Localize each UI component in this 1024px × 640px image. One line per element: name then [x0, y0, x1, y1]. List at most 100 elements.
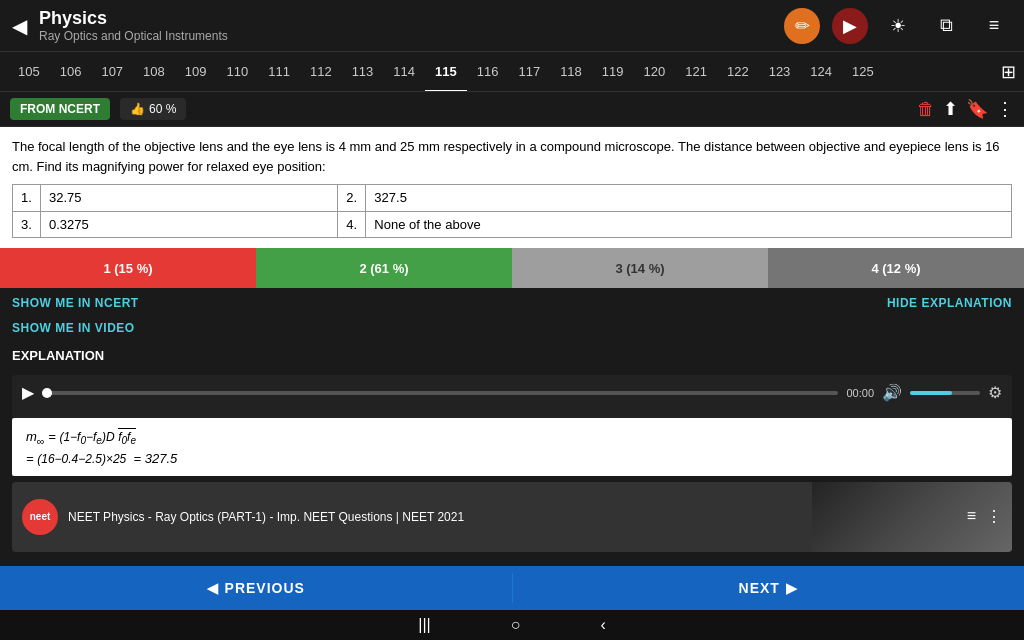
- question-block: The focal length of the objective lens a…: [0, 127, 1024, 248]
- settings-icon[interactable]: ⚙: [988, 383, 1002, 402]
- video-controls: ▶ 00:00 🔊 ⚙: [22, 383, 1002, 402]
- previous-button[interactable]: ◀ PREVIOUS: [0, 566, 512, 610]
- q-nav-109[interactable]: 109: [175, 52, 217, 92]
- sys-back-button[interactable]: ‹: [600, 616, 605, 634]
- bar-2-label: 2 (61 %): [359, 261, 408, 276]
- bottom-nav: ◀ PREVIOUS NEXT ▶: [0, 566, 1024, 610]
- bar-1-label: 1 (15 %): [103, 261, 152, 276]
- q-nav-105[interactable]: 105: [8, 52, 50, 92]
- answer-bar-4[interactable]: 4 (12 %): [768, 248, 1024, 288]
- q-nav-112[interactable]: 112: [300, 52, 342, 92]
- playlist-icon[interactable]: ≡: [967, 507, 976, 526]
- q-nav-117[interactable]: 117: [508, 52, 550, 92]
- option-4-num: 4.: [338, 211, 366, 238]
- math-line2: = (16−0.4−2.5)×25 = 327.5: [26, 451, 998, 466]
- like-tag[interactable]: 👍 60 %: [120, 98, 186, 120]
- volume-icon[interactable]: 🔊: [882, 383, 902, 402]
- math-formula: m∞ = (1−f0−fe)D f0fe = (16−0.4−2.5)×25 =…: [12, 418, 1012, 476]
- bar-3-label: 3 (14 %): [615, 261, 664, 276]
- trash-icon[interactable]: 🗑: [917, 99, 935, 120]
- more-icon[interactable]: ⋮: [986, 507, 1002, 526]
- question-text: The focal length of the objective lens a…: [12, 137, 1012, 176]
- video-time: 00:00: [846, 387, 874, 399]
- brightness-icon[interactable]: ☀: [880, 8, 916, 44]
- q-nav-111[interactable]: 111: [258, 52, 300, 92]
- options-table: 1. 32.75 2. 327.5 3. 0.3275 4. None of t…: [12, 184, 1012, 238]
- q-nav-116[interactable]: 116: [467, 52, 509, 92]
- q-nav-113[interactable]: 113: [342, 52, 384, 92]
- back-button[interactable]: ◀: [12, 14, 27, 38]
- q-nav-122[interactable]: 122: [717, 52, 759, 92]
- next-button[interactable]: NEXT ▶: [513, 566, 1025, 610]
- video-thumbnail[interactable]: neet NEET Physics - Ray Optics (PART-1) …: [12, 482, 1012, 552]
- q-nav-125[interactable]: 125: [842, 52, 884, 92]
- share-icon[interactable]: ⬆: [943, 98, 958, 120]
- grid-view-icon[interactable]: ⊞: [1001, 61, 1016, 83]
- show-video-button[interactable]: SHOW ME IN VIDEO: [12, 321, 135, 335]
- more-options-icon[interactable]: ⋮: [996, 98, 1014, 120]
- play-button[interactable]: ▶: [22, 383, 34, 402]
- q-nav-124[interactable]: 124: [800, 52, 842, 92]
- show-ncert-button[interactable]: SHOW ME IN NCERT: [12, 296, 139, 310]
- pencil-icon[interactable]: ✏: [784, 8, 820, 44]
- progress-indicator: [42, 388, 52, 398]
- option-2-val[interactable]: 327.5: [366, 185, 1012, 212]
- table-row: 3. 0.3275 4. None of the above: [13, 211, 1012, 238]
- prev-arrow-icon: ◀: [207, 580, 219, 596]
- sys-home-button[interactable]: ○: [511, 616, 521, 634]
- bookmark-icon[interactable]: 🔖: [966, 98, 988, 120]
- app-header: ◀ Physics Ray Optics and Optical Instrum…: [0, 0, 1024, 52]
- question-nav: 105 106 107 108 109 110 111 112 113 114 …: [0, 52, 1024, 92]
- like-percent: 60 %: [149, 102, 176, 116]
- layers-icon[interactable]: ⧉: [928, 8, 964, 44]
- app-subtitle: Ray Optics and Optical Instruments: [39, 29, 784, 43]
- video-progress-bar[interactable]: [42, 391, 838, 395]
- q-nav-107[interactable]: 107: [91, 52, 133, 92]
- answer-bars: 1 (15 %) 2 (61 %) 3 (14 %) 4 (12 %): [0, 248, 1024, 288]
- links-row: SHOW ME IN NCERT HIDE EXPLANATION: [0, 288, 1024, 318]
- filter-icon[interactable]: ≡: [976, 8, 1012, 44]
- q-nav-123[interactable]: 123: [759, 52, 801, 92]
- explanation-section: EXPLANATION: [0, 342, 1024, 375]
- tags-right-icons: 🗑 ⬆ 🔖 ⋮: [917, 98, 1014, 120]
- app-title: Physics: [39, 8, 784, 29]
- q-nav-119[interactable]: 119: [592, 52, 634, 92]
- q-nav-115[interactable]: 115: [425, 52, 467, 92]
- option-1-num: 1.: [13, 185, 41, 212]
- answer-bar-1[interactable]: 1 (15 %): [0, 248, 256, 288]
- header-title-block: Physics Ray Optics and Optical Instrumen…: [39, 8, 784, 43]
- volume-fill: [910, 391, 952, 395]
- answer-bar-3[interactable]: 3 (14 %): [512, 248, 768, 288]
- thumbs-up-icon: 👍: [130, 102, 145, 116]
- q-nav-108[interactable]: 108: [133, 52, 175, 92]
- video-player: ▶ 00:00 🔊 ⚙: [12, 375, 1012, 418]
- math-line1: m∞ = (1−f0−fe)D f0fe: [26, 428, 998, 447]
- thumb-icons: ≡ ⋮: [967, 507, 1002, 526]
- q-nav-106[interactable]: 106: [50, 52, 92, 92]
- system-nav-bar: ||| ○ ‹: [0, 610, 1024, 640]
- q-nav-110[interactable]: 110: [217, 52, 259, 92]
- option-3-val[interactable]: 0.3275: [41, 211, 338, 238]
- q-nav-121[interactable]: 121: [675, 52, 717, 92]
- option-2-num: 2.: [338, 185, 366, 212]
- option-4-val[interactable]: None of the above: [366, 211, 1012, 238]
- next-label: NEXT: [739, 580, 780, 596]
- header-icons: ✏ ▶ ☀ ⧉ ≡: [784, 8, 1012, 44]
- q-nav-118[interactable]: 118: [550, 52, 592, 92]
- hide-explanation-button[interactable]: HIDE EXPLANATION: [887, 296, 1012, 310]
- next-arrow-icon: ▶: [786, 580, 798, 596]
- option-1-val[interactable]: 32.75: [41, 185, 338, 212]
- logo-text: neet: [30, 511, 51, 522]
- q-nav-114[interactable]: 114: [383, 52, 425, 92]
- neet-logo: neet: [22, 499, 58, 535]
- answer-bar-2[interactable]: 2 (61 %): [256, 248, 512, 288]
- volume-bar[interactable]: [910, 391, 980, 395]
- ncert-tag: FROM NCERT: [10, 98, 110, 120]
- q-nav-120[interactable]: 120: [634, 52, 676, 92]
- table-row: 1. 32.75 2. 327.5: [13, 185, 1012, 212]
- sys-menu-button[interactable]: |||: [418, 616, 430, 634]
- video-record-icon[interactable]: ▶: [832, 8, 868, 44]
- explanation-label: EXPLANATION: [12, 348, 1012, 363]
- tags-row: FROM NCERT 👍 60 % 🗑 ⬆ 🔖 ⋮: [0, 92, 1024, 127]
- option-3-num: 3.: [13, 211, 41, 238]
